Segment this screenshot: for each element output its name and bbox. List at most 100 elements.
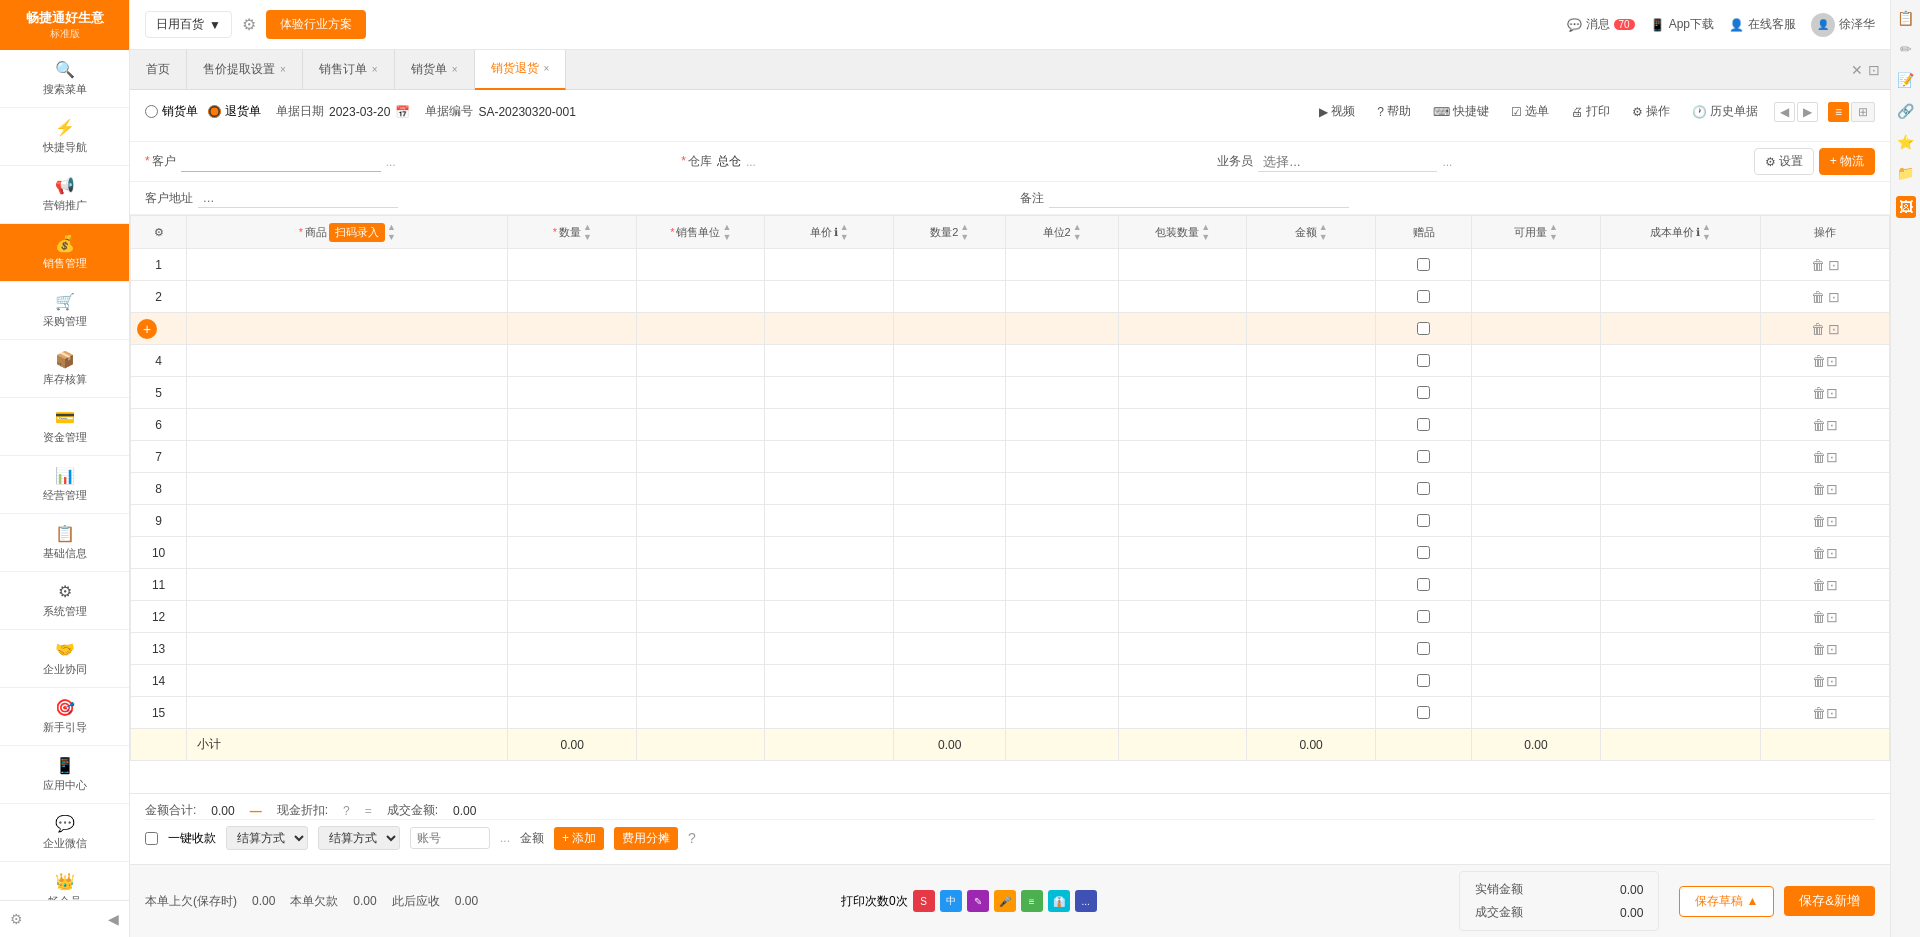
tab-price-settings[interactable]: 售价提取设置 × <box>187 50 303 90</box>
gift-checkbox[interactable] <box>1417 514 1430 527</box>
radio-return-input[interactable] <box>208 105 221 118</box>
experience-button[interactable]: 体验行业方案 <box>266 10 366 39</box>
sidebar-item-marketing[interactable]: 📢 营销推广 <box>0 166 129 224</box>
delete-icon[interactable]: 🗑 <box>1812 545 1826 561</box>
one-click-payment-checkbox[interactable] <box>145 832 158 845</box>
fullscreen-icon[interactable]: ⊡ <box>1868 62 1880 78</box>
scan-input-btn[interactable]: 扫码录入 <box>329 223 385 242</box>
customer-dots[interactable]: ... <box>386 155 396 169</box>
copy-icon[interactable]: ⊡ <box>1826 673 1838 689</box>
gear-icon[interactable]: ⚙ <box>242 15 256 34</box>
copy-icon[interactable]: ⊡ <box>1826 449 1838 465</box>
unit-cell[interactable] <box>636 249 765 281</box>
delete-icon[interactable]: 🗑 <box>1812 385 1826 401</box>
gift-checkbox[interactable] <box>1417 482 1430 495</box>
radio-return[interactable]: 退货单 <box>208 103 261 120</box>
right-panel-item-3[interactable]: 📝 <box>1897 72 1914 88</box>
copy-icon[interactable]: ⊡ <box>1826 609 1838 625</box>
right-panel-item-4[interactable]: 🔗 <box>1897 103 1914 119</box>
tab-home[interactable]: 首页 <box>130 50 187 90</box>
sidebar-item-finance[interactable]: 💳 资金管理 <box>0 398 129 456</box>
copy-icon[interactable]: ⊡ <box>1826 577 1838 593</box>
customer-input[interactable] <box>181 152 381 172</box>
pack-cell[interactable] <box>1118 281 1247 313</box>
remark-input[interactable] <box>1049 188 1349 208</box>
radio-sale[interactable]: 销货单 <box>145 103 198 120</box>
gift-checkbox[interactable] <box>1417 386 1430 399</box>
user-profile[interactable]: 👤 徐泽华 <box>1811 13 1875 37</box>
cost-cell[interactable] <box>1600 313 1761 345</box>
notification-item[interactable]: 💬 消息 70 <box>1567 16 1635 33</box>
list-view-btn[interactable]: ≡ <box>1828 102 1849 122</box>
gift-cell[interactable] <box>1375 281 1471 313</box>
address-input[interactable] <box>198 188 398 208</box>
sidebar-item-member[interactable]: 👑 畅会员 <box>0 862 129 900</box>
unit-cell[interactable] <box>636 313 765 345</box>
toolbox-icon-7[interactable]: ... <box>1075 890 1097 912</box>
qty2-cell[interactable] <box>893 313 1005 345</box>
gift-checkbox[interactable] <box>1417 706 1430 719</box>
copy-icon[interactable]: ⊡ <box>1826 481 1838 497</box>
radio-sale-input[interactable] <box>145 105 158 118</box>
avail-cell[interactable] <box>1472 313 1601 345</box>
qty-cell[interactable] <box>508 249 637 281</box>
unit2-cell[interactable] <box>1006 313 1118 345</box>
gift-cell[interactable] <box>1375 313 1471 345</box>
toolbox-icon-4[interactable]: 🎤 <box>994 890 1016 912</box>
select-btn[interactable]: ☑ 选单 <box>1505 100 1555 123</box>
prev-arrow[interactable]: ◀ <box>1774 102 1795 122</box>
gift-checkbox[interactable] <box>1417 610 1430 623</box>
logistics-btn[interactable]: + 物流 <box>1819 148 1875 175</box>
qty2-cell[interactable] <box>893 249 1005 281</box>
tab-sales-delivery[interactable]: 销货单 × <box>395 50 475 90</box>
close-tab-icon[interactable]: ✕ <box>1851 62 1863 78</box>
unit2-cell[interactable] <box>1006 281 1118 313</box>
th-settings[interactable]: ⚙ <box>131 216 187 249</box>
settings-bottom-icon[interactable]: ⚙ <box>10 911 23 927</box>
delete-icon[interactable]: 🗑 <box>1811 321 1825 337</box>
delete-icon[interactable]: 🗑 <box>1812 641 1826 657</box>
delete-icon[interactable]: 🗑 <box>1812 609 1826 625</box>
gift-checkbox[interactable] <box>1417 354 1430 367</box>
right-panel-item-2[interactable]: ✏ <box>1900 41 1912 57</box>
right-panel-item-1[interactable]: 📋 <box>1897 10 1914 26</box>
gift-checkbox[interactable] <box>1417 322 1430 335</box>
calendar-icon[interactable]: 📅 <box>395 105 410 119</box>
staff-input[interactable] <box>1258 152 1437 172</box>
add-button[interactable]: + 添加 <box>554 827 604 850</box>
qty-cell[interactable] <box>508 281 637 313</box>
sidebar-item-operations[interactable]: 📊 经营管理 <box>0 456 129 514</box>
sidebar-item-quick-nav[interactable]: ⚡ 快捷导航 <box>0 108 129 166</box>
delete-icon[interactable]: 🗑 <box>1812 353 1826 369</box>
sidebar-item-inventory[interactable]: 📦 库存核算 <box>0 340 129 398</box>
gift-checkbox[interactable] <box>1417 258 1430 271</box>
pack-cell[interactable] <box>1118 249 1247 281</box>
toolbox-icon-6[interactable]: 👔 <box>1048 890 1070 912</box>
cost-cell[interactable] <box>1600 249 1761 281</box>
tab-sales-order[interactable]: 销售订单 × <box>303 50 395 90</box>
avail-cell[interactable] <box>1472 281 1601 313</box>
product-input[interactable] <box>193 321 501 336</box>
save-new-button[interactable]: 保存&新增 <box>1784 886 1875 916</box>
right-panel-item-7[interactable]: 🖼 <box>1896 196 1916 218</box>
gift-checkbox[interactable] <box>1417 642 1430 655</box>
amount-cell[interactable] <box>1247 281 1376 313</box>
account-input[interactable] <box>410 827 490 849</box>
toolbox-icon-2[interactable]: 中 <box>940 890 962 912</box>
amount-cell[interactable] <box>1247 249 1376 281</box>
save-draft-button[interactable]: 保存草稿 ▲ <box>1679 886 1774 917</box>
split-fee-button[interactable]: 费用分摊 <box>614 827 678 850</box>
sidebar-item-app-center[interactable]: 📱 应用中心 <box>0 746 129 804</box>
copy-icon[interactable]: ⊡ <box>1826 641 1838 657</box>
delete-icon[interactable]: 🗑 <box>1812 513 1826 529</box>
copy-icon[interactable]: ⊡ <box>1828 289 1840 305</box>
gift-checkbox[interactable] <box>1417 578 1430 591</box>
sidebar-item-system[interactable]: ⚙ 系统管理 <box>0 572 129 630</box>
qty2-cell[interactable] <box>893 281 1005 313</box>
print-btn[interactable]: 🖨 打印 <box>1565 100 1616 123</box>
gift-checkbox[interactable] <box>1417 290 1430 303</box>
gift-checkbox[interactable] <box>1417 546 1430 559</box>
copy-icon[interactable]: ⊡ <box>1826 705 1838 721</box>
price-cell[interactable] <box>765 313 894 345</box>
right-panel-item-5[interactable]: ⭐ <box>1897 134 1914 150</box>
